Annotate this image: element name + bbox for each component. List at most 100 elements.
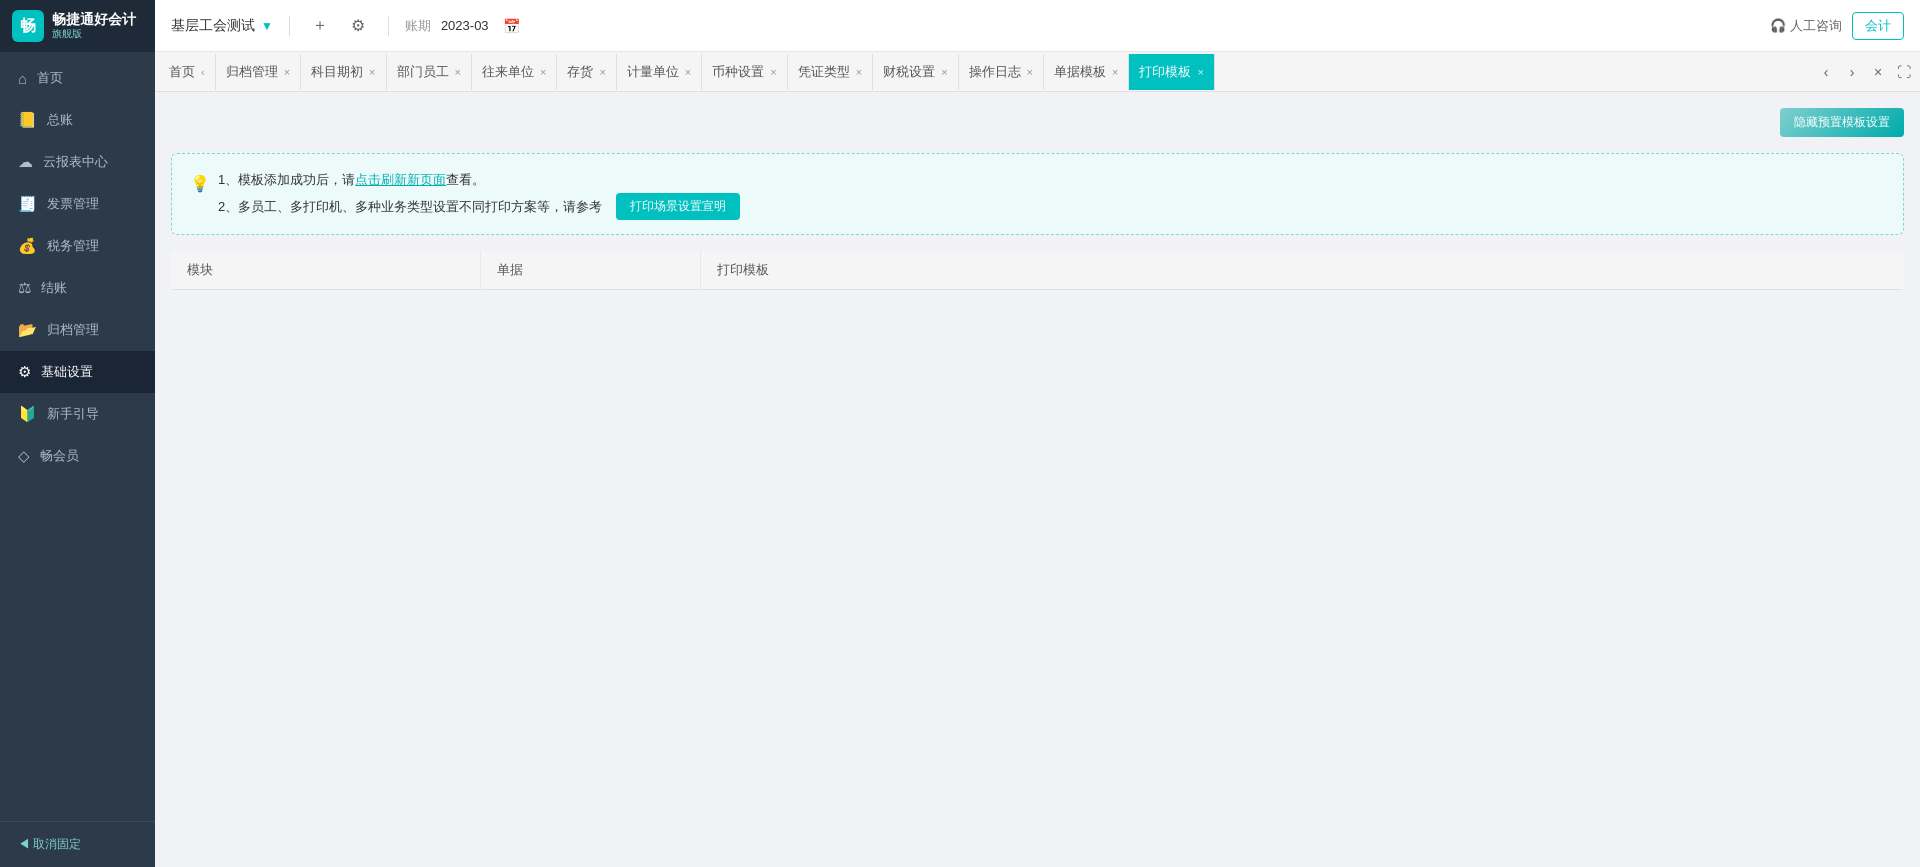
tab-prev-button[interactable]: ‹: [1814, 54, 1838, 90]
company-dropdown-icon: ▼: [261, 19, 273, 33]
notice-row: 💡 1、模板添加成功后，请点击刷新新页面查看。 2、多员工、多打印机、多种业务类…: [190, 168, 1885, 220]
sidebar-item-label: 云报表中心: [43, 153, 108, 171]
period-label: 账期: [405, 17, 431, 35]
sidebar-item-settings[interactable]: ⚙ 基础设置: [0, 351, 155, 393]
invoice-icon: 🧾: [18, 195, 37, 213]
sidebar-item-label: 畅会员: [40, 447, 79, 465]
company-name: 基层工会测试: [171, 17, 255, 35]
company-selector[interactable]: 基层工会测试 ▼: [171, 17, 273, 35]
tab-close-icon[interactable]: ×: [1112, 66, 1118, 78]
notice-box: 💡 1、模板添加成功后，请点击刷新新页面查看。 2、多员工、多打印机、多种业务类…: [171, 153, 1904, 235]
tab-fullscreen-button[interactable]: ⛶: [1892, 54, 1916, 90]
sidebar-item-guide[interactable]: 🔰 新手引导: [0, 393, 155, 435]
headset-icon: 🎧: [1770, 18, 1786, 33]
sidebar-item-archive[interactable]: 📂 归档管理: [0, 309, 155, 351]
add-company-button[interactable]: ＋: [306, 12, 334, 40]
tab-label: 财税设置: [883, 63, 935, 81]
sidebar-item-settle[interactable]: ⚖ 结账: [0, 267, 155, 309]
tab-close-icon[interactable]: ×: [941, 66, 947, 78]
tab-close-icon[interactable]: ×: [685, 66, 691, 78]
tab-single-template[interactable]: 单据模板 ×: [1044, 54, 1129, 90]
notice-line1-pre: 1、模板添加成功后，请: [218, 172, 355, 187]
sidebar-item-label: 新手引导: [47, 405, 99, 423]
data-table: 模块 单据 打印模板: [171, 251, 1904, 290]
tab-close-icon[interactable]: ×: [284, 66, 290, 78]
tab-inventory[interactable]: 存货 ×: [557, 54, 616, 90]
col-template: 打印模板: [701, 251, 1904, 289]
sidebar-item-invoice[interactable]: 🧾 发票管理: [0, 183, 155, 225]
sidebar-item-member[interactable]: ◇ 畅会员: [0, 435, 155, 477]
content-header: 隐藏预置模板设置: [171, 108, 1904, 145]
sidebar-item-label: 税务管理: [47, 237, 99, 255]
account-button[interactable]: 会计: [1852, 12, 1904, 40]
tab-close-icon[interactable]: ×: [599, 66, 605, 78]
tab-close-icon[interactable]: ×: [1197, 66, 1203, 78]
tab-close-icon[interactable]: ×: [540, 66, 546, 78]
tab-label: 首页: [169, 63, 195, 81]
tab-close-icon[interactable]: ×: [770, 66, 776, 78]
tab-label: 凭证类型: [798, 63, 850, 81]
tab-archive[interactable]: 归档管理 ×: [216, 54, 301, 90]
sidebar-item-ledger[interactable]: 📒 总账: [0, 99, 155, 141]
calendar-icon[interactable]: 📅: [503, 18, 520, 34]
separator: [388, 16, 389, 36]
tab-label: 计量单位: [627, 63, 679, 81]
sidebar: 畅 畅捷通好会计 旗舰版 ⌂ 首页 📒 总账 ☁ 云报表中心 🧾 发票管理 💰 …: [0, 0, 155, 867]
hide-preview-button[interactable]: 隐藏预置模板设置: [1780, 108, 1904, 137]
tab-actions: ‹ › × ⛶: [1814, 54, 1916, 90]
tab-subject[interactable]: 科目期初 ×: [301, 54, 386, 90]
tab-label: 往来单位: [482, 63, 534, 81]
tab-close-icon[interactable]: ×: [856, 66, 862, 78]
col-doc: 单据: [481, 251, 701, 289]
ledger-icon: 📒: [18, 111, 37, 129]
sidebar-item-label: 总账: [47, 111, 73, 129]
tab-department[interactable]: 部门员工 ×: [387, 54, 472, 90]
top-bar-right: 🎧 人工咨询 会计: [1770, 12, 1904, 40]
support-label: 人工咨询: [1790, 17, 1842, 35]
reports-icon: ☁: [18, 153, 33, 171]
sidebar-item-label: 首页: [37, 69, 63, 87]
tab-close-icon[interactable]: ×: [455, 66, 461, 78]
tab-label: 归档管理: [226, 63, 278, 81]
logo-title: 畅捷通好会计: [52, 11, 136, 28]
logo-icon: 畅: [12, 10, 44, 42]
tab-print-template[interactable]: 打印模板 ×: [1129, 54, 1214, 90]
tab-close-icon[interactable]: ×: [369, 66, 375, 78]
tab-label: 操作日志: [969, 63, 1021, 81]
tab-partner[interactable]: 往来单位 ×: [472, 54, 557, 90]
logo-subtitle: 旗舰版: [52, 27, 136, 41]
sidebar-item-home[interactable]: ⌂ 首页: [0, 57, 155, 99]
tab-tax-settings[interactable]: 财税设置 ×: [873, 54, 958, 90]
support-button[interactable]: 🎧 人工咨询: [1770, 17, 1842, 35]
sidebar-item-label: 基础设置: [41, 363, 93, 381]
tab-unit[interactable]: 计量单位 ×: [617, 54, 702, 90]
tab-label: 存货: [567, 63, 593, 81]
tab-currency[interactable]: 币种设置 ×: [702, 54, 787, 90]
tab-oplog[interactable]: 操作日志 ×: [959, 54, 1044, 90]
member-icon: ◇: [18, 447, 30, 465]
tab-chevron-icon: ‹: [201, 66, 205, 78]
tab-close-icon[interactable]: ×: [1027, 66, 1033, 78]
notice-line1: 1、模板添加成功后，请点击刷新新页面查看。: [218, 168, 1885, 191]
top-bar: 基层工会测试 ▼ ＋ ⚙ 账期 2023-03 📅 🎧 人工咨询 会计: [155, 0, 1920, 52]
settings-button[interactable]: ⚙: [344, 12, 372, 40]
sidebar-item-tax[interactable]: 💰 税务管理: [0, 225, 155, 267]
print-scene-button[interactable]: 打印场景设置宣明: [616, 193, 740, 220]
sidebar-item-reports[interactable]: ☁ 云报表中心: [0, 141, 155, 183]
archive-icon: 📂: [18, 321, 37, 339]
tab-close-all-button[interactable]: ×: [1866, 54, 1890, 90]
col-module: 模块: [171, 251, 481, 289]
unpin-sidebar-button[interactable]: ◀ 取消固定: [0, 821, 155, 867]
notice-line2-pre: 2、多员工、多打印机、多种业务类型设置不同打印方案等，请参考: [218, 195, 602, 218]
tab-voucher-type[interactable]: 凭证类型 ×: [788, 54, 873, 90]
tab-home[interactable]: 首页 ‹: [159, 54, 216, 90]
notice-refresh-link[interactable]: 点击刷新新页面: [355, 172, 446, 187]
tab-label: 部门员工: [397, 63, 449, 81]
sidebar-item-label: 结账: [41, 279, 67, 297]
settle-icon: ⚖: [18, 279, 31, 297]
guide-icon: 🔰: [18, 405, 37, 423]
tab-next-button[interactable]: ›: [1840, 54, 1864, 90]
tax-icon: 💰: [18, 237, 37, 255]
sidebar-nav: ⌂ 首页 📒 总账 ☁ 云报表中心 🧾 发票管理 💰 税务管理 ⚖ 结账 📂 归…: [0, 52, 155, 821]
tab-label: 打印模板: [1139, 63, 1191, 81]
